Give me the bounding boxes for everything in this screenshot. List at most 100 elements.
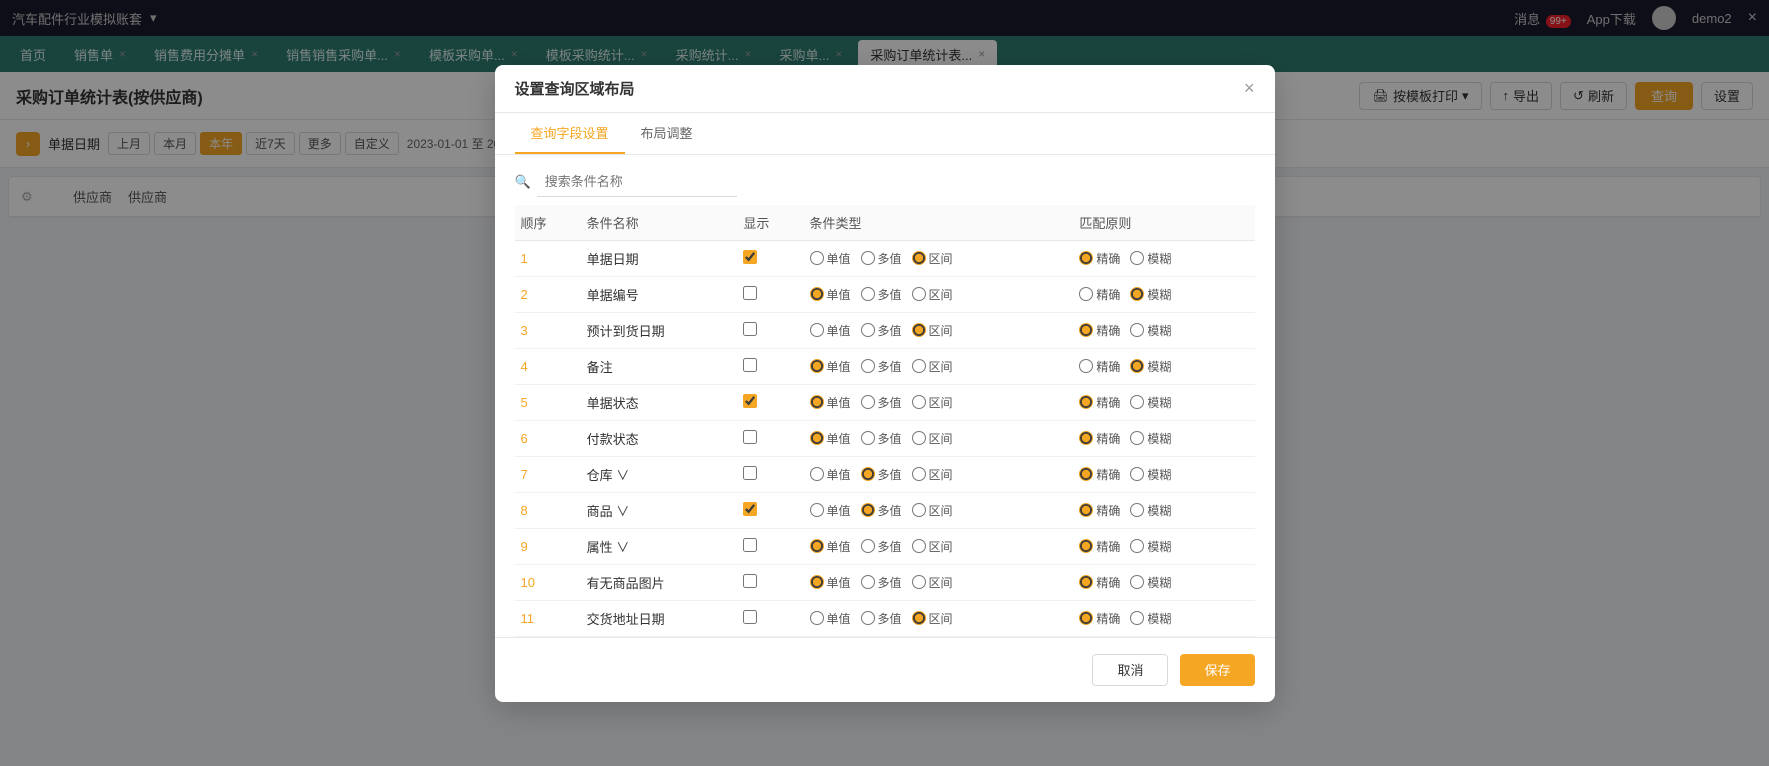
type-radio-item[interactable]: 区间 (912, 538, 953, 555)
match-radio-item[interactable]: 精确 (1079, 466, 1120, 483)
type-radio[interactable] (810, 287, 824, 301)
type-radio[interactable] (861, 251, 875, 265)
match-radio-item[interactable]: 精确 (1079, 538, 1120, 555)
type-radio-item[interactable]: 区间 (912, 574, 953, 591)
type-radio-item[interactable]: 单值 (810, 358, 851, 375)
type-radio-item[interactable]: 区间 (912, 250, 953, 267)
type-radio-item[interactable]: 多值 (861, 574, 902, 591)
match-radio[interactable] (1130, 287, 1144, 301)
match-radio[interactable] (1079, 539, 1093, 553)
type-radio[interactable] (810, 539, 824, 553)
match-radio-item[interactable]: 模糊 (1130, 466, 1171, 483)
match-radio-item[interactable]: 模糊 (1130, 502, 1171, 519)
type-radio[interactable] (912, 539, 926, 553)
type-radio[interactable] (810, 431, 824, 445)
type-radio-item[interactable]: 单值 (810, 430, 851, 447)
match-radio-item[interactable]: 精确 (1079, 358, 1120, 375)
match-radio-item[interactable]: 精确 (1079, 394, 1120, 411)
type-radio[interactable] (861, 359, 875, 373)
type-radio[interactable] (861, 611, 875, 625)
match-radio[interactable] (1130, 467, 1144, 481)
type-radio[interactable] (861, 503, 875, 517)
match-radio[interactable] (1079, 503, 1093, 517)
type-radio-item[interactable]: 多值 (861, 394, 902, 411)
match-radio[interactable] (1079, 251, 1093, 265)
display-checkbox[interactable] (743, 322, 757, 336)
type-radio[interactable] (912, 611, 926, 625)
type-radio-item[interactable]: 单值 (810, 610, 851, 627)
cancel-button[interactable]: 取消 (1092, 654, 1168, 686)
type-radio[interactable] (912, 251, 926, 265)
type-radio[interactable] (861, 287, 875, 301)
type-radio[interactable] (810, 251, 824, 265)
type-radio[interactable] (810, 323, 824, 337)
type-radio-item[interactable]: 多值 (861, 358, 902, 375)
match-radio[interactable] (1079, 323, 1093, 337)
type-radio[interactable] (810, 359, 824, 373)
type-radio-item[interactable]: 多值 (861, 250, 902, 267)
match-radio[interactable] (1130, 611, 1144, 625)
type-radio[interactable] (912, 467, 926, 481)
type-radio[interactable] (912, 431, 926, 445)
type-radio-item[interactable]: 单值 (810, 286, 851, 303)
display-checkbox[interactable] (743, 250, 757, 264)
type-radio[interactable] (912, 359, 926, 373)
type-radio-item[interactable]: 单值 (810, 538, 851, 555)
display-checkbox[interactable] (743, 538, 757, 552)
match-radio-item[interactable]: 精确 (1079, 502, 1120, 519)
match-radio[interactable] (1079, 575, 1093, 589)
match-radio-item[interactable]: 模糊 (1130, 430, 1171, 447)
type-radio-item[interactable]: 多值 (861, 322, 902, 339)
match-radio-item[interactable]: 模糊 (1130, 286, 1171, 303)
match-radio[interactable] (1130, 431, 1144, 445)
type-radio[interactable] (861, 431, 875, 445)
match-radio[interactable] (1079, 395, 1093, 409)
dialog-tab-fields[interactable]: 查询字段设置 (515, 113, 625, 154)
type-radio[interactable] (861, 575, 875, 589)
match-radio[interactable] (1130, 251, 1144, 265)
type-radio-item[interactable]: 区间 (912, 358, 953, 375)
type-radio-item[interactable]: 区间 (912, 466, 953, 483)
type-radio-item[interactable]: 单值 (810, 466, 851, 483)
type-radio[interactable] (861, 467, 875, 481)
match-radio-item[interactable]: 模糊 (1130, 574, 1171, 591)
type-radio[interactable] (861, 539, 875, 553)
type-radio-item[interactable]: 区间 (912, 394, 953, 411)
type-radio-item[interactable]: 单值 (810, 574, 851, 591)
match-radio-item[interactable]: 模糊 (1130, 394, 1171, 411)
type-radio-item[interactable]: 多值 (861, 430, 902, 447)
type-radio[interactable] (810, 467, 824, 481)
type-radio-item[interactable]: 多值 (861, 502, 902, 519)
match-radio[interactable] (1079, 467, 1093, 481)
dialog-close-button[interactable]: × (1244, 78, 1255, 99)
match-radio[interactable] (1130, 575, 1144, 589)
match-radio[interactable] (1079, 611, 1093, 625)
match-radio-item[interactable]: 精确 (1079, 574, 1120, 591)
type-radio-item[interactable]: 单值 (810, 322, 851, 339)
type-radio[interactable] (912, 323, 926, 337)
display-checkbox[interactable] (743, 610, 757, 624)
match-radio[interactable] (1079, 359, 1093, 373)
type-radio-item[interactable]: 多值 (861, 538, 902, 555)
match-radio-item[interactable]: 精确 (1079, 430, 1120, 447)
type-radio[interactable] (912, 575, 926, 589)
match-radio-item[interactable]: 模糊 (1130, 250, 1171, 267)
display-checkbox[interactable] (743, 430, 757, 444)
type-radio[interactable] (912, 395, 926, 409)
match-radio[interactable] (1130, 503, 1144, 517)
type-radio[interactable] (912, 503, 926, 517)
type-radio-item[interactable]: 多值 (861, 466, 902, 483)
match-radio[interactable] (1130, 539, 1144, 553)
display-checkbox[interactable] (743, 358, 757, 372)
type-radio-item[interactable]: 区间 (912, 430, 953, 447)
match-radio[interactable] (1130, 395, 1144, 409)
dialog-tab-layout[interactable]: 布局调整 (625, 113, 709, 154)
type-radio[interactable] (810, 395, 824, 409)
match-radio-item[interactable]: 精确 (1079, 286, 1120, 303)
type-radio-item[interactable]: 多值 (861, 610, 902, 627)
type-radio[interactable] (810, 611, 824, 625)
match-radio-item[interactable]: 精确 (1079, 610, 1120, 627)
type-radio-item[interactable]: 区间 (912, 322, 953, 339)
type-radio[interactable] (861, 323, 875, 337)
match-radio-item[interactable]: 模糊 (1130, 322, 1171, 339)
